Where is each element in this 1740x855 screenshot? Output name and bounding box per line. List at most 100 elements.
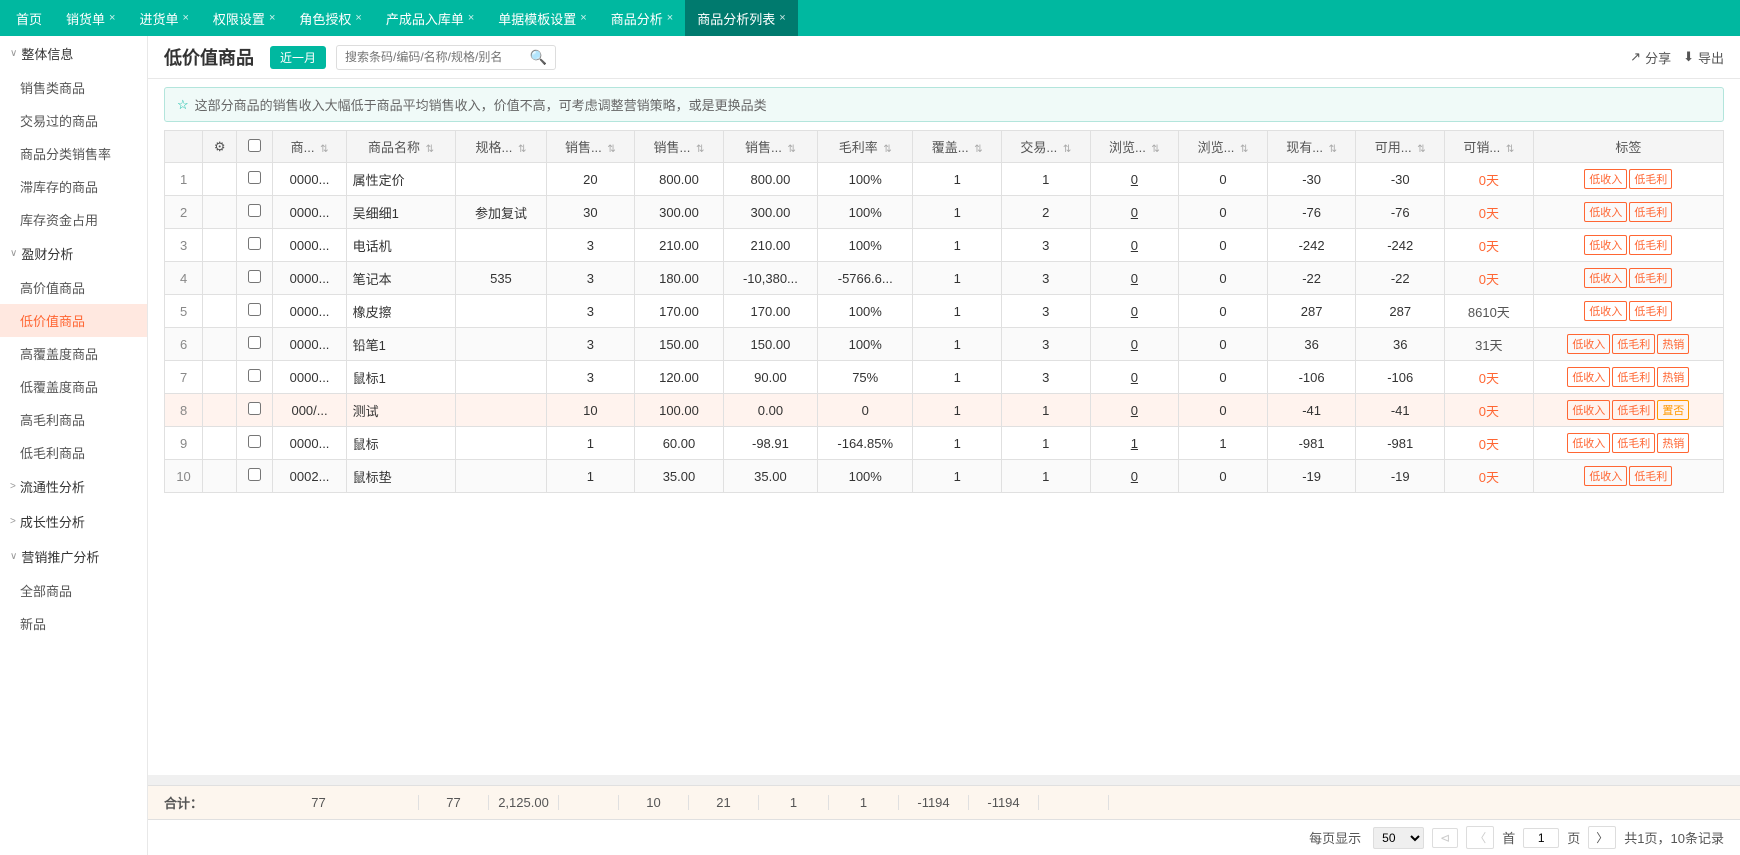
browse-link[interactable]: 0 (1131, 403, 1138, 418)
row-select-checkbox[interactable] (248, 303, 261, 316)
prev-page-button[interactable]: 〈 (1466, 826, 1494, 849)
sidebar-item-slow-stock[interactable]: 滞库存的商品 (0, 170, 147, 203)
sidebar-item-all-goods[interactable]: 全部商品 (0, 574, 147, 607)
next-page-button[interactable]: 〉 (1588, 826, 1616, 849)
row-checkbox[interactable] (237, 361, 273, 394)
row-browse1[interactable]: 0 (1090, 328, 1179, 361)
col-browse1[interactable]: 浏览... ⇅ (1090, 131, 1179, 163)
row-select-checkbox[interactable] (248, 336, 261, 349)
col-browse2[interactable]: 浏览... ⇅ (1179, 131, 1268, 163)
row-browse1[interactable]: 0 (1090, 262, 1179, 295)
close-icon[interactable]: × (468, 12, 474, 24)
row-checkbox[interactable] (237, 229, 273, 262)
sidebar-item-stock-capital[interactable]: 库存资金占用 (0, 203, 147, 236)
row-browse1[interactable]: 0 (1090, 229, 1179, 262)
col-gear[interactable]: ⚙ (203, 131, 237, 163)
sidebar-item-low-value[interactable]: 低价值商品 (0, 304, 147, 337)
col-sales-val[interactable]: 销售... ⇅ (723, 131, 817, 163)
row-checkbox[interactable] (237, 328, 273, 361)
row-select-checkbox[interactable] (248, 435, 261, 448)
col-name[interactable]: 商品名称 ⇅ (346, 131, 456, 163)
browse-link[interactable]: 0 (1131, 205, 1138, 220)
sidebar-group-marketing[interactable]: ∨ 营销推广分析 (0, 539, 147, 574)
row-browse1[interactable]: 1 (1090, 427, 1179, 460)
close-icon[interactable]: × (667, 12, 673, 24)
row-select-checkbox[interactable] (248, 171, 261, 184)
nav-role-auth[interactable]: 角色授权× (287, 0, 373, 36)
row-select-checkbox[interactable] (248, 402, 261, 415)
export-button[interactable]: ⬇ 导出 (1683, 48, 1724, 67)
row-browse1[interactable]: 0 (1090, 295, 1179, 328)
sidebar-item-low-profit[interactable]: 低毛利商品 (0, 436, 147, 469)
sidebar-group-liquidity[interactable]: > 流通性分析 (0, 469, 147, 504)
search-input[interactable] (345, 50, 530, 64)
row-browse1[interactable]: 0 (1090, 163, 1179, 196)
col-sales-amt[interactable]: 销售... ⇅ (635, 131, 724, 163)
close-icon[interactable]: × (355, 12, 361, 24)
search-icon[interactable]: 🔍 (530, 49, 547, 66)
browse-link[interactable]: 0 (1131, 271, 1138, 286)
nav-product-inbound[interactable]: 产成品入库单× (374, 0, 486, 36)
row-checkbox[interactable] (237, 163, 273, 196)
row-browse1[interactable]: 0 (1090, 460, 1179, 493)
col-sellable[interactable]: 可销... ⇅ (1445, 131, 1534, 163)
horizontal-scrollbar[interactable] (148, 775, 1740, 785)
sidebar-item-high-coverage[interactable]: 高覆盖度商品 (0, 337, 147, 370)
sidebar-group-overall[interactable]: ∨ 整体信息 (0, 36, 147, 71)
row-checkbox[interactable] (237, 262, 273, 295)
row-checkbox[interactable] (237, 427, 273, 460)
close-icon[interactable]: × (779, 12, 785, 24)
sidebar-item-high-value[interactable]: 高价值商品 (0, 271, 147, 304)
first-page-button[interactable]: ⊲ (1432, 828, 1458, 848)
nav-sales-order[interactable]: 销货单× (54, 0, 127, 36)
col-sales-qty[interactable]: 销售... ⇅ (546, 131, 635, 163)
browse-link[interactable]: 0 (1131, 337, 1138, 352)
sidebar-item-high-profit[interactable]: 高毛利商品 (0, 403, 147, 436)
browse-link[interactable]: 0 (1131, 469, 1138, 484)
browse-link[interactable]: 0 (1131, 172, 1138, 187)
close-icon[interactable]: × (580, 12, 586, 24)
nav-purchase[interactable]: 进货单× (127, 0, 200, 36)
close-icon[interactable]: × (269, 12, 275, 24)
row-browse1[interactable]: 0 (1090, 196, 1179, 229)
share-button[interactable]: ↗ 分享 (1630, 48, 1671, 67)
select-all-checkbox[interactable] (248, 139, 261, 152)
nav-template-settings[interactable]: 单据模板设置× (486, 0, 598, 36)
page-size-select[interactable]: 5020100 (1373, 827, 1424, 849)
col-code[interactable]: 商... ⇅ (273, 131, 346, 163)
close-icon[interactable]: × (109, 12, 115, 24)
nav-product-analysis-list[interactable]: 商品分析列表× (685, 0, 797, 36)
sidebar-item-sales-goods[interactable]: 销售类商品 (0, 71, 147, 104)
browse-link[interactable]: 0 (1131, 238, 1138, 253)
row-select-checkbox[interactable] (248, 237, 261, 250)
sidebar-group-profit[interactable]: ∨ 盈财分析 (0, 236, 147, 271)
sidebar-item-traded-goods[interactable]: 交易过的商品 (0, 104, 147, 137)
row-select-checkbox[interactable] (248, 204, 261, 217)
browse-link[interactable]: 0 (1131, 370, 1138, 385)
row-select-checkbox[interactable] (248, 270, 261, 283)
row-checkbox[interactable] (237, 295, 273, 328)
col-gross-rate[interactable]: 毛利率 ⇅ (818, 131, 913, 163)
row-select-checkbox[interactable] (248, 369, 261, 382)
sidebar-group-growth[interactable]: > 成长性分析 (0, 504, 147, 539)
col-stock[interactable]: 现有... ⇅ (1267, 131, 1356, 163)
sidebar-item-category-sales-rate[interactable]: 商品分类销售率 (0, 137, 147, 170)
col-available[interactable]: 可用... ⇅ (1356, 131, 1445, 163)
browse-link[interactable]: 0 (1131, 304, 1138, 319)
row-checkbox[interactable] (237, 460, 273, 493)
row-browse1[interactable]: 0 (1090, 361, 1179, 394)
row-select-checkbox[interactable] (248, 468, 261, 481)
row-checkbox[interactable] (237, 196, 273, 229)
col-spec[interactable]: 规格... ⇅ (456, 131, 546, 163)
nav-product-analysis[interactable]: 商品分析× (599, 0, 685, 36)
browse-link[interactable]: 1 (1131, 436, 1138, 451)
col-coverage[interactable]: 覆盖... ⇅ (913, 131, 1002, 163)
col-checkbox[interactable] (237, 131, 273, 163)
filter-button[interactable]: 近一月 (270, 46, 326, 69)
row-browse1[interactable]: 0 (1090, 394, 1179, 427)
page-number-input[interactable] (1523, 828, 1559, 848)
close-icon[interactable]: × (182, 12, 188, 24)
sidebar-item-new-goods[interactable]: 新品 (0, 607, 147, 640)
row-checkbox[interactable] (237, 394, 273, 427)
nav-home[interactable]: 首页 (4, 0, 54, 36)
